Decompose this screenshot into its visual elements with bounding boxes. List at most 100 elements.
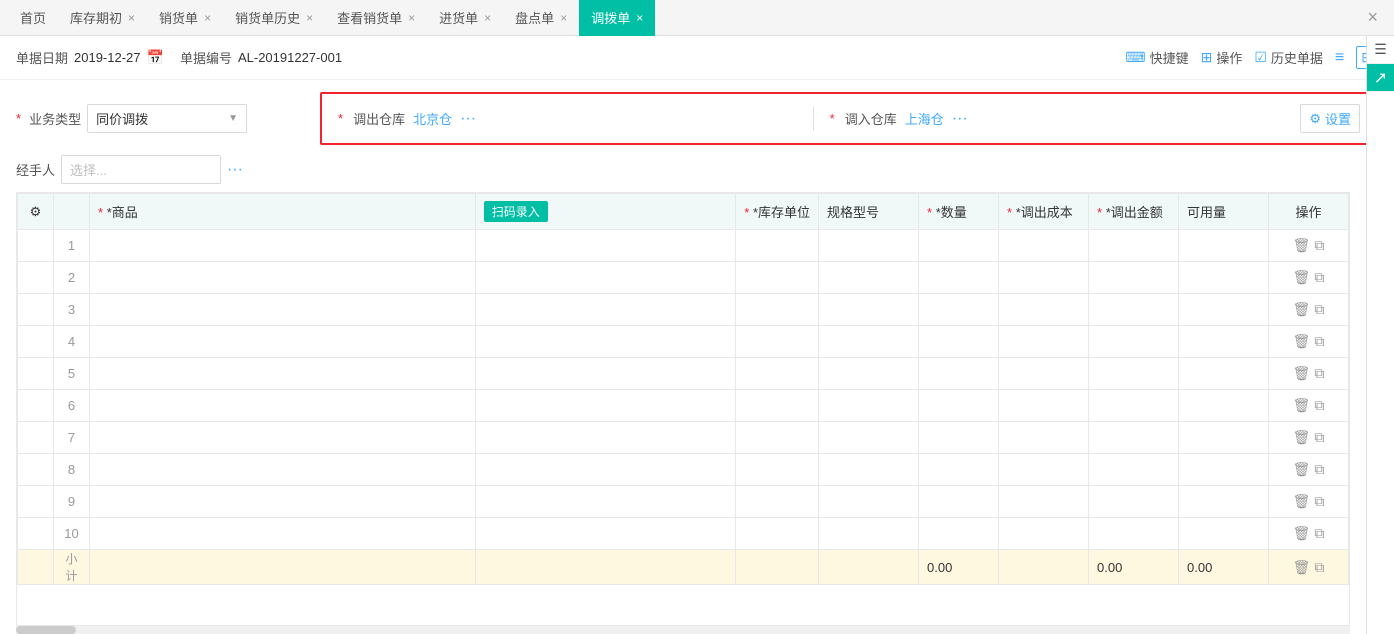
tab-sales-history-close[interactable]: × [306,11,313,25]
tab-sales-order-close[interactable]: × [204,11,211,25]
row-qty[interactable] [919,294,999,326]
row-copy-icon[interactable]: ⧉ [1314,269,1324,286]
row-delete-icon[interactable]: 🗑 [1293,525,1311,542]
shortcut-button[interactable]: ⌨ 快捷键 [1125,48,1188,67]
row-delete-icon[interactable]: 🗑 [1293,397,1311,414]
row-amount[interactable] [1089,422,1179,454]
col-gear[interactable]: ⚙ [18,194,54,230]
history-button[interactable]: ☑ 历史单据 [1254,48,1323,67]
row-cost[interactable] [999,358,1089,390]
tab-inventory-init[interactable]: 库存期初 × [58,0,147,36]
row-cost[interactable] [999,326,1089,358]
settings-button[interactable]: ⚙ 设置 [1300,104,1360,133]
tab-inventory-count-close[interactable]: × [560,11,567,25]
row-qty[interactable] [919,262,999,294]
row-goods[interactable] [90,486,476,518]
row-qty[interactable] [919,326,999,358]
tab-inventory-init-close[interactable]: × [128,11,135,25]
sidebar-export-button[interactable]: ↗ [1367,64,1394,92]
row-cost[interactable] [999,486,1089,518]
layout1-button[interactable]: ≡ [1335,49,1344,67]
row-cost[interactable] [999,422,1089,454]
row-copy-icon[interactable]: ⧉ [1314,461,1324,478]
row-amount[interactable] [1089,262,1179,294]
row-delete-icon[interactable]: 🗑 [1293,365,1311,382]
row-gear [18,326,54,358]
row-goods[interactable] [90,326,476,358]
row-delete-icon[interactable]: 🗑 [1293,429,1311,446]
row-amount[interactable] [1089,486,1179,518]
tab-view-sales[interactable]: 查看销货单 × [325,0,427,36]
row-delete-icon[interactable]: 🗑 [1293,237,1311,254]
row-delete-icon[interactable]: 🗑 [1293,461,1311,478]
business-type-select[interactable]: 同价调拨 ▼ [87,104,247,133]
row-copy-icon[interactable]: ⧉ [1314,333,1324,350]
row-qty[interactable] [919,230,999,262]
tab-bar-close-button[interactable]: × [1359,7,1386,28]
row-amount[interactable] [1089,518,1179,550]
row-amount[interactable] [1089,326,1179,358]
transfer-out-more[interactable]: ··· [460,110,476,128]
row-cost[interactable] [999,230,1089,262]
row-copy-icon[interactable]: ⧉ [1314,525,1324,542]
row-amount[interactable] [1089,358,1179,390]
row-gear [18,294,54,326]
tab-sales-order[interactable]: 销货单 × [147,0,223,36]
tab-purchase-order[interactable]: 进货单 × [427,0,503,36]
row-qty[interactable] [919,390,999,422]
row-copy-icon[interactable]: ⧉ [1314,301,1324,318]
handler-select[interactable]: 选择... [61,155,221,184]
row-avail [1179,518,1269,550]
row-goods[interactable] [90,454,476,486]
row-amount[interactable] [1089,230,1179,262]
tab-view-sales-close[interactable]: × [408,11,415,25]
row-copy-icon[interactable]: ⧉ [1314,429,1324,446]
row-amount[interactable] [1089,454,1179,486]
subtotal-delete-icon[interactable]: 🗑 [1293,559,1311,576]
row-cost[interactable] [999,262,1089,294]
row-no: 6 [54,390,90,422]
row-amount[interactable] [1089,390,1179,422]
tab-inventory-count[interactable]: 盘点单 × [503,0,579,36]
row-copy-icon[interactable]: ⧉ [1314,365,1324,382]
row-goods[interactable] [90,262,476,294]
row-delete-icon[interactable]: 🗑 [1293,493,1311,510]
row-qty[interactable] [919,486,999,518]
tab-transfer-close[interactable]: × [636,11,643,25]
row-cost[interactable] [999,294,1089,326]
row-cost[interactable] [999,518,1089,550]
row-delete-icon[interactable]: 🗑 [1293,301,1311,318]
row-goods[interactable] [90,390,476,422]
row-copy-icon[interactable]: ⧉ [1314,237,1324,254]
sidebar-list-button[interactable]: ☰ [1367,36,1394,64]
calendar-icon[interactable]: 📅 [147,49,164,66]
row-qty[interactable] [919,518,999,550]
subtotal-copy-icon[interactable]: ⧉ [1314,559,1324,576]
row-goods[interactable] [90,518,476,550]
row-copy-icon[interactable]: ⧉ [1314,397,1324,414]
scrollbar-thumb[interactable] [16,626,76,634]
row-goods[interactable] [90,422,476,454]
row-qty[interactable] [919,358,999,390]
operation-button[interactable]: ⊞ 操作 [1201,48,1243,67]
row-copy-icon[interactable]: ⧉ [1314,493,1324,510]
row-qty[interactable] [919,454,999,486]
row-amount[interactable] [1089,294,1179,326]
tab-home[interactable]: 首页 [8,0,58,36]
row-goods[interactable] [90,358,476,390]
handler-more[interactable]: ··· [227,161,243,179]
tab-sales-history[interactable]: 销货单历史 × [223,0,325,36]
row-qty[interactable] [919,422,999,454]
row-cost[interactable] [999,390,1089,422]
tab-purchase-order-close[interactable]: × [484,11,491,25]
tab-transfer[interactable]: 调拨单 × [579,0,655,36]
transfer-in-more[interactable]: ··· [952,110,968,128]
row-goods[interactable] [90,230,476,262]
row-goods[interactable] [90,294,476,326]
row-cost[interactable] [999,454,1089,486]
scan-button[interactable]: 扫码录入 [484,201,548,222]
row-scan [475,262,735,294]
table-hscroll[interactable] [16,626,1350,634]
row-delete-icon[interactable]: 🗑 [1293,269,1311,286]
row-delete-icon[interactable]: 🗑 [1293,333,1311,350]
